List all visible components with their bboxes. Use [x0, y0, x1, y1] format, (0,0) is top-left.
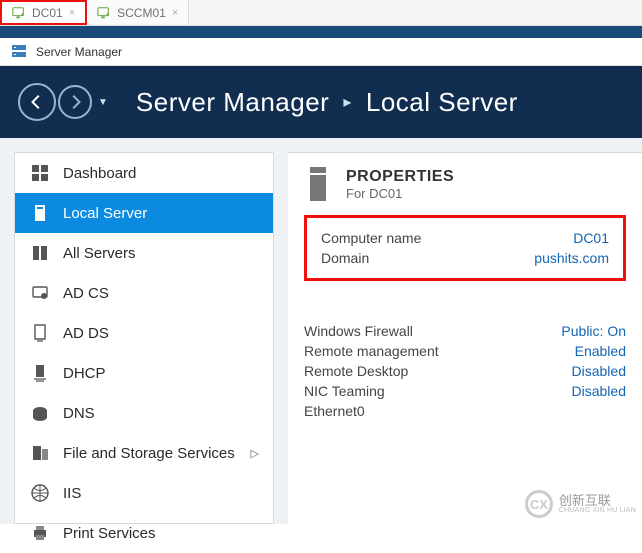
dashboard-icon	[29, 162, 51, 184]
server-icon	[304, 167, 332, 201]
sidebar-item-label: Local Server	[63, 205, 259, 222]
prop-row-ethernet0: Ethernet0	[304, 401, 626, 421]
server-icon	[29, 202, 51, 224]
prop-row-computer-name: Computer name DC01	[321, 228, 609, 248]
prop-link-firewall[interactable]: Public: On	[561, 323, 626, 339]
storage-icon	[29, 442, 51, 464]
prop-link-remote-desktop[interactable]: Disabled	[572, 363, 626, 379]
prop-link-computer-name[interactable]: DC01	[573, 230, 609, 246]
chevron-right-icon: ▸	[343, 92, 352, 112]
prop-row-nic-teaming: NIC Teaming Disabled	[304, 381, 626, 401]
vm-tab-label: DC01	[32, 6, 63, 20]
sidebar-item-dns[interactable]: DNS	[15, 393, 273, 433]
sidebar-item-dashboard[interactable]: Dashboard	[15, 153, 273, 193]
back-button[interactable]	[18, 83, 56, 121]
content-panel: PROPERTIES For DC01 Computer name DC01 D…	[288, 152, 642, 524]
prop-row-remote-desktop: Remote Desktop Disabled	[304, 361, 626, 381]
forward-button[interactable]	[58, 85, 92, 119]
nav-buttons: ▼	[18, 83, 108, 121]
sidebar-item-all-servers[interactable]: All Servers	[15, 233, 273, 273]
sidebar-item-label: Print Services	[63, 525, 259, 542]
dns-icon	[29, 402, 51, 424]
identity-box: Computer name DC01 Domain pushits.com	[304, 215, 626, 281]
sidebar-item-dhcp[interactable]: DHCP	[15, 353, 273, 393]
breadcrumb-root[interactable]: Server Manager	[136, 87, 329, 118]
sidebar-item-iis[interactable]: IIS	[15, 473, 273, 513]
sidebar-item-storage[interactable]: File and Storage Services ▷	[15, 433, 273, 473]
directory-icon	[29, 322, 51, 344]
window-title: Server Manager	[36, 45, 122, 59]
sidebar-item-label: AD CS	[63, 285, 259, 302]
monitor-icon	[12, 6, 26, 20]
prop-key: Ethernet0	[304, 403, 365, 419]
sidebar-item-adds[interactable]: AD DS	[15, 313, 273, 353]
prop-row-remote-mgmt: Remote management Enabled	[304, 341, 626, 361]
watermark: CX 创新互联 CHUANG XIN HU LIAN	[525, 490, 636, 518]
sidebar-item-label: All Servers	[63, 245, 259, 262]
close-icon[interactable]: ×	[172, 7, 178, 19]
prop-key: NIC Teaming	[304, 383, 385, 399]
prop-link-nic-teaming[interactable]: Disabled	[572, 383, 626, 399]
breadcrumb: Server Manager ▸ Local Server	[136, 87, 518, 118]
sidebar-item-label: AD DS	[63, 325, 259, 342]
prop-link-domain[interactable]: pushits.com	[534, 250, 609, 266]
sidebar-item-label: File and Storage Services	[63, 445, 239, 462]
iis-icon	[29, 482, 51, 504]
vm-tab-strip: DC01 × SCCM01 ×	[0, 0, 642, 26]
sidebar-item-adcs[interactable]: AD CS	[15, 273, 273, 313]
prop-link-remote-mgmt[interactable]: Enabled	[575, 343, 626, 359]
watermark-logo-icon: CX	[525, 490, 553, 518]
sidebar-item-label: DNS	[63, 405, 259, 422]
divider	[0, 26, 642, 38]
sidebar-item-label: Dashboard	[63, 165, 259, 182]
servers-icon	[29, 242, 51, 264]
vm-tab-label: SCCM01	[117, 6, 166, 20]
print-icon	[29, 522, 51, 544]
sidebar-item-local-server[interactable]: Local Server	[15, 193, 273, 233]
sidebar-item-label: DHCP	[63, 365, 259, 382]
dhcp-icon	[29, 362, 51, 384]
prop-row-domain: Domain pushits.com	[321, 248, 609, 268]
prop-key: Domain	[321, 250, 369, 266]
sidebar-item-print[interactable]: Print Services	[15, 513, 273, 553]
prop-row-firewall: Windows Firewall Public: On	[304, 321, 626, 341]
certificate-icon	[29, 282, 51, 304]
chevron-right-icon: ▷	[251, 447, 259, 460]
prop-key: Windows Firewall	[304, 323, 413, 339]
prop-key: Remote management	[304, 343, 439, 359]
main-area: Dashboard Local Server All Servers AD CS…	[0, 138, 642, 524]
prop-key: Computer name	[321, 230, 421, 246]
sidebar: Dashboard Local Server All Servers AD CS…	[14, 152, 274, 524]
history-dropdown-icon[interactable]: ▼	[98, 97, 108, 108]
prop-key: Remote Desktop	[304, 363, 408, 379]
window-title-bar: Server Manager	[0, 38, 642, 66]
sidebar-item-label: IIS	[63, 485, 259, 502]
watermark-en: CHUANG XIN HU LIAN	[559, 507, 636, 514]
header: ▼ Server Manager ▸ Local Server	[0, 66, 642, 138]
properties-header: PROPERTIES For DC01	[304, 167, 626, 201]
server-manager-icon	[10, 43, 28, 61]
properties-subheading: For DC01	[346, 186, 454, 201]
vm-tab-dc01[interactable]: DC01 ×	[0, 0, 87, 25]
monitor-icon	[97, 6, 111, 20]
vm-tab-sccm01[interactable]: SCCM01 ×	[87, 0, 189, 25]
breadcrumb-leaf[interactable]: Local Server	[366, 87, 518, 118]
close-icon[interactable]: ×	[69, 7, 75, 19]
watermark-cn: 创新互联	[559, 494, 636, 508]
network-block: Windows Firewall Public: On Remote manag…	[304, 321, 626, 421]
properties-heading: PROPERTIES	[346, 168, 454, 186]
